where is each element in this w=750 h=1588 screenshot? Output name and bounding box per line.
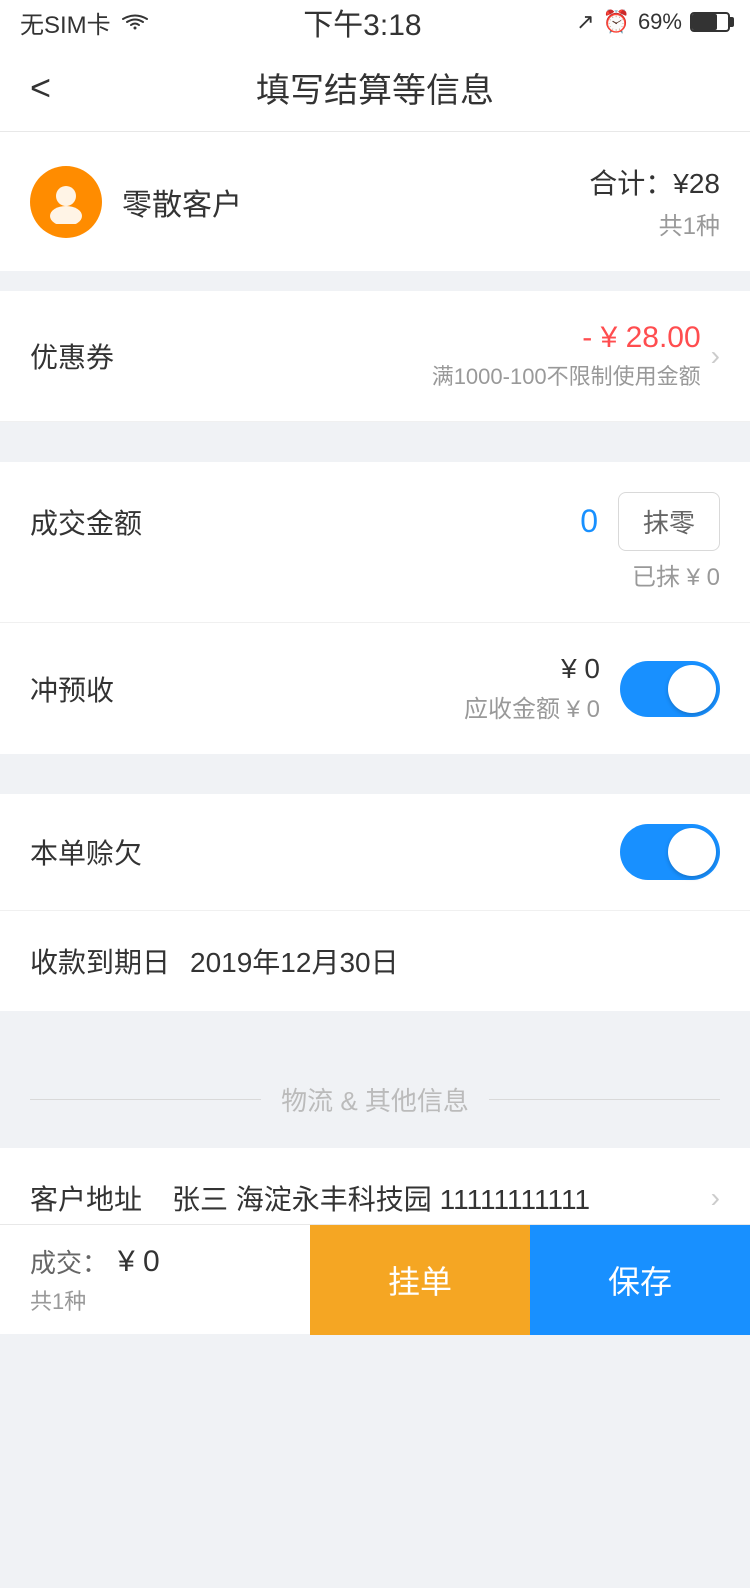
coupon-desc: 满1000-100不限制使用金额: [432, 359, 701, 391]
credit-row: 本单赊欠: [0, 794, 750, 910]
coupon-chevron-icon: ›: [711, 340, 720, 372]
already-deducted-label: 已抹 ¥ 0: [30, 557, 720, 592]
status-network: 无SIM卡: [20, 5, 149, 40]
transaction-label: 成交金额: [30, 502, 142, 542]
wifi-icon: [121, 12, 149, 32]
logistics-section-header: 物流 & 其他信息: [0, 1051, 750, 1148]
bottom-deal-row: 成交： ¥ 0: [30, 1243, 280, 1280]
transaction-right: 0 抹零: [558, 492, 720, 551]
hold-order-button[interactable]: 挂单: [310, 1225, 530, 1335]
battery-percent: 69%: [638, 9, 682, 35]
status-indicators: ↗ ⏰ 69%: [576, 9, 730, 35]
bottom-bar: 成交： ¥ 0 共1种 挂单 保存: [0, 1224, 750, 1334]
alarm-icon: ⏰: [603, 9, 630, 35]
status-time: 下午3:18: [303, 0, 421, 44]
location-icon: ↗: [576, 9, 594, 35]
prereceive-section: 冲预收 ¥ 0 应收金额 ¥ 0: [0, 622, 750, 754]
prereceive-right: ¥ 0 应收金额 ¥ 0: [464, 653, 720, 724]
coupon-row[interactable]: 优惠券 - ¥ 28.00 满1000-100不限制使用金额 ›: [0, 291, 750, 422]
bottom-info: 成交： ¥ 0 共1种: [0, 1243, 310, 1316]
address-value: 张三 海淀永丰科技园 11111111111: [172, 1178, 711, 1218]
due-date-row: 收款到期日 2019年12月30日: [0, 910, 750, 1011]
gray-divider-1: [0, 442, 750, 462]
transaction-value[interactable]: 0: [558, 503, 598, 540]
credit-toggle[interactable]: [620, 824, 720, 880]
network-label: 无SIM卡: [20, 5, 111, 40]
address-label: 客户地址: [30, 1178, 142, 1218]
avatar-icon: [44, 180, 88, 224]
prereceive-amount: ¥ 0: [464, 653, 600, 685]
customer-name: 零散客户: [122, 180, 242, 224]
total-count: 共1种: [589, 206, 720, 241]
bottom-deal-amount: ¥ 0: [118, 1245, 160, 1279]
status-bar: 无SIM卡 下午3:18 ↗ ⏰ 69%: [0, 0, 750, 44]
save-button[interactable]: 保存: [530, 1225, 750, 1335]
prereceive-label: 冲预收: [30, 669, 114, 709]
coupon-amount: - ¥ 28.00: [432, 321, 701, 355]
toggle-knob: [668, 665, 716, 713]
prereceive-info: ¥ 0 应收金额 ¥ 0: [464, 653, 600, 724]
transaction-amount-row: 成交金额 0 抹零: [30, 492, 720, 551]
credit-label: 本单赊欠: [30, 832, 142, 872]
coupon-label: 优惠券: [30, 336, 114, 376]
logistics-label: 物流 & 其他信息: [281, 1081, 469, 1118]
back-button[interactable]: <: [20, 57, 61, 119]
gray-divider-2: [0, 774, 750, 794]
prereceive-toggle[interactable]: [620, 661, 720, 717]
round-off-button[interactable]: 抹零: [618, 492, 720, 551]
bottom-count: 共1种: [30, 1284, 280, 1316]
page-title: 填写结算等信息: [256, 63, 494, 112]
customer-row: 零散客户 合计：¥28 共1种: [0, 132, 750, 271]
logistics-divider: 物流 & 其他信息: [30, 1081, 720, 1118]
content-area: 零散客户 合计：¥28 共1种 优惠券 - ¥ 28.00 满1000-100不…: [0, 132, 750, 1588]
customer-total: 合计：¥28 共1种: [589, 162, 720, 241]
transaction-section: 成交金额 0 抹零 已抹 ¥ 0: [0, 462, 750, 622]
gray-divider-3: [0, 1031, 750, 1051]
total-amount: 合计：¥28: [589, 162, 720, 202]
prereceive-receivable: 应收金额 ¥ 0: [464, 689, 600, 724]
address-chevron-icon: ›: [711, 1182, 720, 1214]
bottom-deal-label: 成交：: [30, 1243, 108, 1280]
customer-avatar: [30, 166, 102, 238]
customer-info: 零散客户: [30, 166, 242, 238]
due-date-label: 收款到期日: [30, 941, 170, 981]
nav-bar: < 填写结算等信息: [0, 44, 750, 132]
coupon-info: - ¥ 28.00 满1000-100不限制使用金额: [432, 321, 701, 391]
battery-icon: [690, 12, 730, 32]
prereceive-row: 冲预收 ¥ 0 应收金额 ¥ 0: [0, 622, 750, 754]
coupon-section: 优惠券 - ¥ 28.00 满1000-100不限制使用金额 ›: [0, 291, 750, 422]
credit-section: 本单赊欠 收款到期日 2019年12月30日: [0, 794, 750, 1011]
credit-toggle-knob: [668, 828, 716, 876]
coupon-right: - ¥ 28.00 满1000-100不限制使用金额 ›: [432, 321, 720, 391]
due-date-value[interactable]: 2019年12月30日: [190, 941, 399, 981]
